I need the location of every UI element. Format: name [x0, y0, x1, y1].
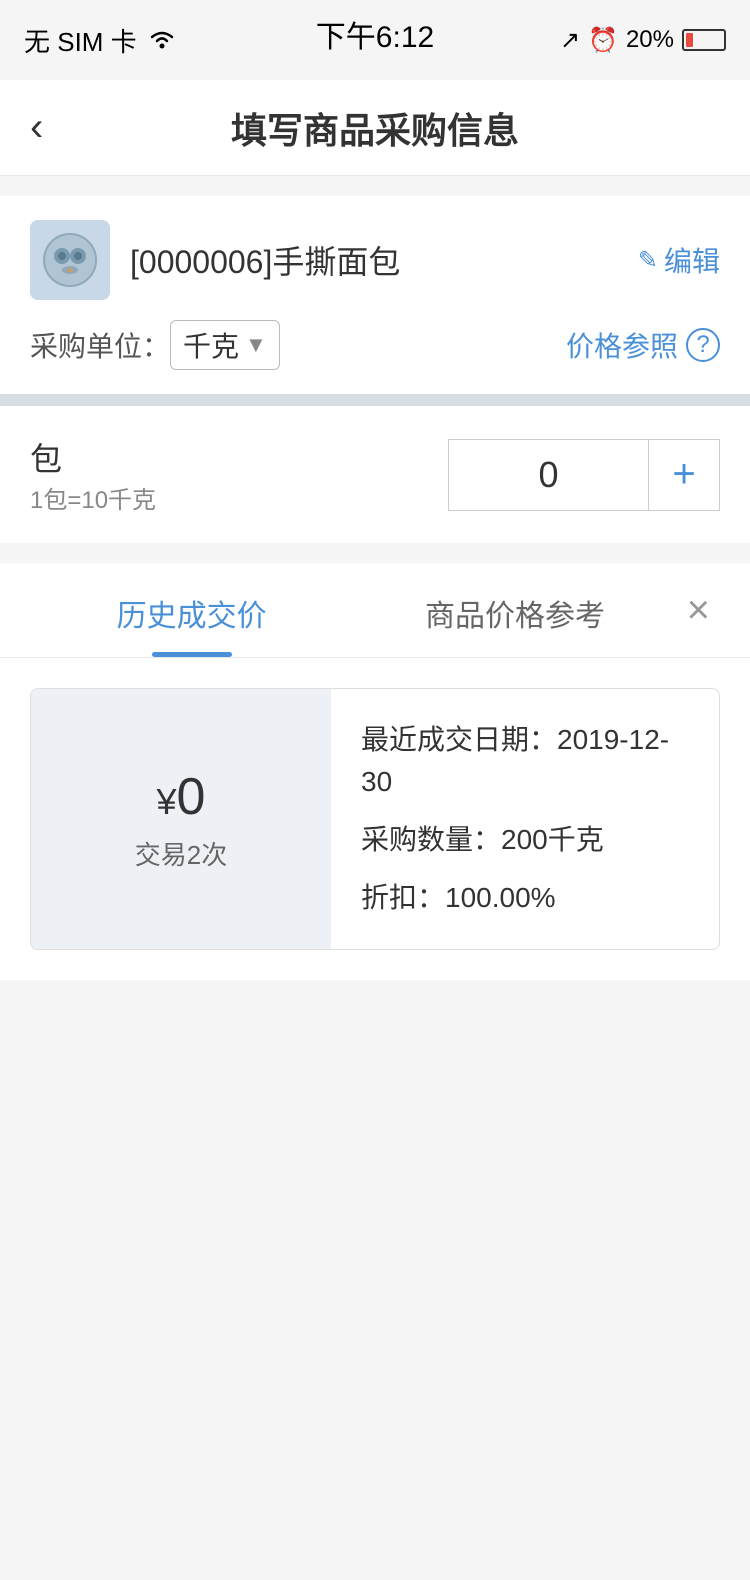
product-edit-button[interactable]: ✎ 编辑	[638, 240, 720, 280]
unit-label: 采购单位：	[30, 325, 170, 365]
product-card: [0000006]手撕面包 ✎ 编辑 采购单位： 千克 ▼ 价格参照 ?	[0, 196, 750, 394]
content-area	[0, 980, 750, 1580]
tab-close-button[interactable]: ×	[677, 588, 720, 633]
product-logo	[30, 220, 110, 300]
price-left-panel: ¥0 交易2次	[31, 689, 331, 949]
price-amount: ¥0	[157, 767, 206, 827]
tab-history-price[interactable]: 历史成交价	[30, 563, 353, 657]
quantity-input-group: +	[448, 439, 720, 511]
product-row: 采购单位： 千克 ▼ 价格参照 ?	[30, 320, 720, 370]
tab-product-price-ref[interactable]: 商品价格参考	[353, 563, 676, 657]
alarm-icon: ⏰	[588, 26, 618, 55]
quantity-plus-button[interactable]: +	[648, 439, 720, 511]
nav-bar: ‹ 填写商品采购信息	[0, 80, 750, 176]
carrier-text: 无 SIM 卡	[24, 22, 137, 59]
price-ref-info-icon: ?	[686, 328, 720, 362]
unit-chevron-icon: ▼	[245, 332, 267, 358]
battery-icon	[682, 26, 726, 54]
product-name: [0000006]手撕面包	[130, 237, 400, 283]
price-ref-button[interactable]: 价格参照 ?	[566, 325, 720, 365]
status-left: 无 SIM 卡	[24, 22, 177, 59]
product-header: [0000006]手撕面包 ✎ 编辑	[30, 220, 720, 300]
price-quantity: 采购数量：200千克	[361, 819, 689, 861]
quantity-section: 包 1包=10千克 +	[0, 406, 750, 543]
price-card: ¥0 交易2次 最近成交日期：2019-12-30 采购数量：200千克 折扣：…	[30, 688, 720, 950]
status-time: 下午6:12	[316, 12, 434, 56]
unit-row: 采购单位： 千克 ▼	[30, 320, 280, 370]
quantity-conversion: 1包=10千克	[30, 480, 156, 515]
price-panel: ¥0 交易2次 最近成交日期：2019-12-30 采购数量：200千克 折扣：…	[0, 658, 750, 980]
price-recent-date: 最近成交日期：2019-12-30	[361, 719, 689, 803]
status-right: ↗ ⏰ 20%	[560, 26, 726, 55]
quantity-input[interactable]	[448, 439, 648, 511]
battery-percent: 20%	[626, 26, 674, 54]
price-right-panel: 最近成交日期：2019-12-30 采购数量：200千克 折扣：100.00%	[331, 689, 719, 949]
quantity-labels: 包 1包=10千克	[30, 434, 156, 515]
price-trade-count: 交易2次	[135, 835, 227, 872]
unit-select[interactable]: 千克 ▼	[170, 320, 280, 370]
status-bar: 无 SIM 卡 下午6:12 ↗ ⏰ 20%	[0, 0, 750, 80]
quantity-unit-name: 包	[30, 434, 156, 480]
price-discount: 折扣：100.00%	[361, 877, 689, 919]
divider-bar	[0, 394, 750, 406]
location-icon: ↗	[560, 26, 580, 55]
product-left: [0000006]手撕面包	[30, 220, 400, 300]
tab-bar: 历史成交价 商品价格参考 ×	[0, 563, 750, 658]
back-button[interactable]: ‹	[30, 105, 90, 150]
page-title: 填写商品采购信息	[231, 102, 519, 154]
wifi-icon	[147, 25, 177, 56]
